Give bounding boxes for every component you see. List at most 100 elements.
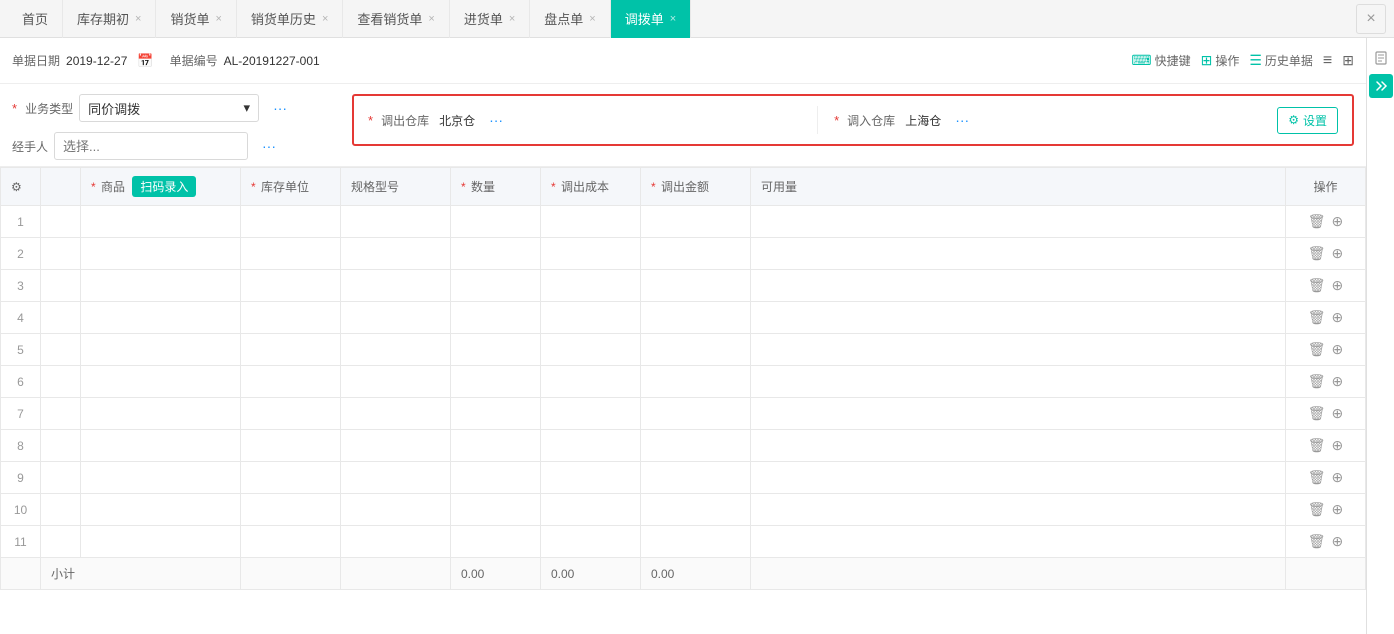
handler-more[interactable]: ··· [262,138,276,154]
copy-icon[interactable]: ⊕ [1332,533,1344,549]
doc-num-value: AL-20191227-001 [224,54,320,68]
tab-sales-order[interactable]: 销货单 × [156,0,236,38]
date-label: 单据日期 [12,52,60,69]
copy-icon[interactable]: ⊕ [1332,277,1344,293]
business-type-dropdown[interactable]: 同价调拨 ▾ [79,94,259,122]
target-warehouse-more[interactable]: ··· [955,112,969,128]
row-empty [241,206,341,238]
copy-icon[interactable]: ⊕ [1332,405,1344,421]
form-area: * 业务类型 同价调拨 ▾ ··· 经手人 ··· * 调出仓库 [0,84,1366,167]
grid-view-action[interactable]: ⊞ [1342,52,1354,69]
delete-icon[interactable]: 🗑 [1308,309,1326,325]
row-empty [81,462,241,494]
history-action[interactable]: ☰ 历史单据 [1249,52,1313,69]
tab-close[interactable]: × [670,13,676,25]
delete-icon[interactable]: 🗑 [1308,469,1326,485]
delete-icon[interactable]: 🗑 [1308,213,1326,229]
row-empty [81,430,241,462]
copy-icon[interactable]: ⊕ [1332,469,1344,485]
table-container: ⚙ * 商品 扫码录入 * 库存单位 规格型号 [0,167,1366,634]
subtotal-qty: 0.00 [451,558,541,590]
table-header-row: ⚙ * 商品 扫码录入 * 库存单位 规格型号 [1,168,1366,206]
delete-icon[interactable]: 🗑 [1308,277,1326,293]
subtotal-empty [751,558,1286,590]
delete-icon[interactable]: 🗑 [1308,533,1326,549]
column-settings-icon[interactable]: ⚙ [11,180,22,194]
tab-label: 调拨单 [625,9,664,28]
calendar-icon[interactable]: 📅 [137,53,153,69]
row-empty [641,526,751,558]
warehouse-section: * 调出仓库 北京仓 ··· * 调入仓库 上海仓 ··· ⚙ 设置 [352,94,1354,146]
tab-label: 查看销货单 [357,9,422,28]
tab-label: 销货单 [170,9,209,28]
tab-close[interactable]: × [428,13,434,25]
doc-header-right: ⌨ 快捷键 ⊞ 操作 ☰ 历史单据 ≡ ⊞ [1131,52,1354,70]
row-empty [341,334,451,366]
subtotal-empty [1,558,41,590]
row-empty [41,462,81,494]
tab-stocktake[interactable]: 盘点单 × [530,0,610,38]
date-value: 2019-12-27 [66,54,127,68]
operations-action[interactable]: ⊞ 操作 [1201,52,1240,69]
copy-icon[interactable]: ⊕ [1332,245,1344,261]
settings-button[interactable]: ⚙ 设置 [1277,107,1338,134]
settings-icon: ⚙ [1288,113,1299,127]
source-warehouse-more[interactable]: ··· [489,112,503,128]
tab-purchase[interactable]: 进货单 × [450,0,530,38]
tab-close[interactable]: × [135,13,141,25]
copy-icon[interactable]: ⊕ [1332,437,1344,453]
source-warehouse: * 调出仓库 北京仓 ··· [368,112,801,129]
row-empty [341,206,451,238]
row-empty [541,238,641,270]
tab-label: 盘点单 [544,9,583,28]
list-view-action[interactable]: ≡ [1323,52,1332,70]
col-qty-label: 数量 [471,180,495,194]
row-num: 1 [1,206,41,238]
chevron-down-icon: ▾ [244,100,251,116]
scan-input-button[interactable]: 扫码录入 [132,176,196,197]
delete-icon[interactable]: 🗑 [1308,501,1326,517]
copy-icon[interactable]: ⊕ [1332,373,1344,389]
tab-sales-history[interactable]: 销货单历史 × [237,0,343,38]
delete-icon[interactable]: 🗑 [1308,437,1326,453]
tab-inventory-init[interactable]: 库存期初 × [63,0,156,38]
copy-icon[interactable]: ⊕ [1332,213,1344,229]
row-empty [241,494,341,526]
row-empty [41,238,81,270]
delete-icon[interactable]: 🗑 [1308,405,1326,421]
delete-icon[interactable]: 🗑 [1308,245,1326,261]
tab-close[interactable]: × [589,13,595,25]
window-close-button[interactable]: × [1356,4,1386,34]
row-empty [541,462,641,494]
copy-icon[interactable]: ⊕ [1332,501,1344,517]
col-settings-header[interactable]: ⚙ [1,168,41,206]
row-empty [541,430,641,462]
business-type-more[interactable]: ··· [273,100,287,116]
row-num: 5 [1,334,41,366]
delete-icon[interactable]: 🗑 [1308,373,1326,389]
row-ops: 🗑⊕ [1286,494,1366,526]
row-empty [41,526,81,558]
copy-icon[interactable]: ⊕ [1332,309,1344,325]
tab-close[interactable]: × [322,13,328,25]
tab-transfer[interactable]: 调拨单 × [611,0,691,38]
tab-view-sales[interactable]: 查看销货单 × [343,0,449,38]
shortcut-action[interactable]: ⌨ 快捷键 [1131,52,1190,69]
col-cost-label: 调出成本 [561,180,609,194]
handler-label: 经手人 [12,138,48,155]
tab-close[interactable]: × [215,13,221,25]
sidebar-expand-icon[interactable] [1369,74,1393,98]
table-row: 7🗑⊕ [1,398,1366,430]
sidebar-doc-icon[interactable] [1369,46,1393,70]
handler-field: 经手人 ··· [12,132,332,160]
source-warehouse-value: 北京仓 [439,112,475,129]
subtotal-label: 小计 [41,558,241,590]
copy-icon[interactable]: ⊕ [1332,341,1344,357]
content-body: 单据日期 2019-12-27 📅 单据编号 AL-20191227-001 ⌨… [0,38,1394,634]
target-warehouse-label: 调入仓库 [847,112,895,129]
tab-home[interactable]: 首页 [8,0,63,38]
delete-icon[interactable]: 🗑 [1308,341,1326,357]
row-empty [541,270,641,302]
tab-close[interactable]: × [509,13,515,25]
handler-input[interactable] [54,132,248,160]
